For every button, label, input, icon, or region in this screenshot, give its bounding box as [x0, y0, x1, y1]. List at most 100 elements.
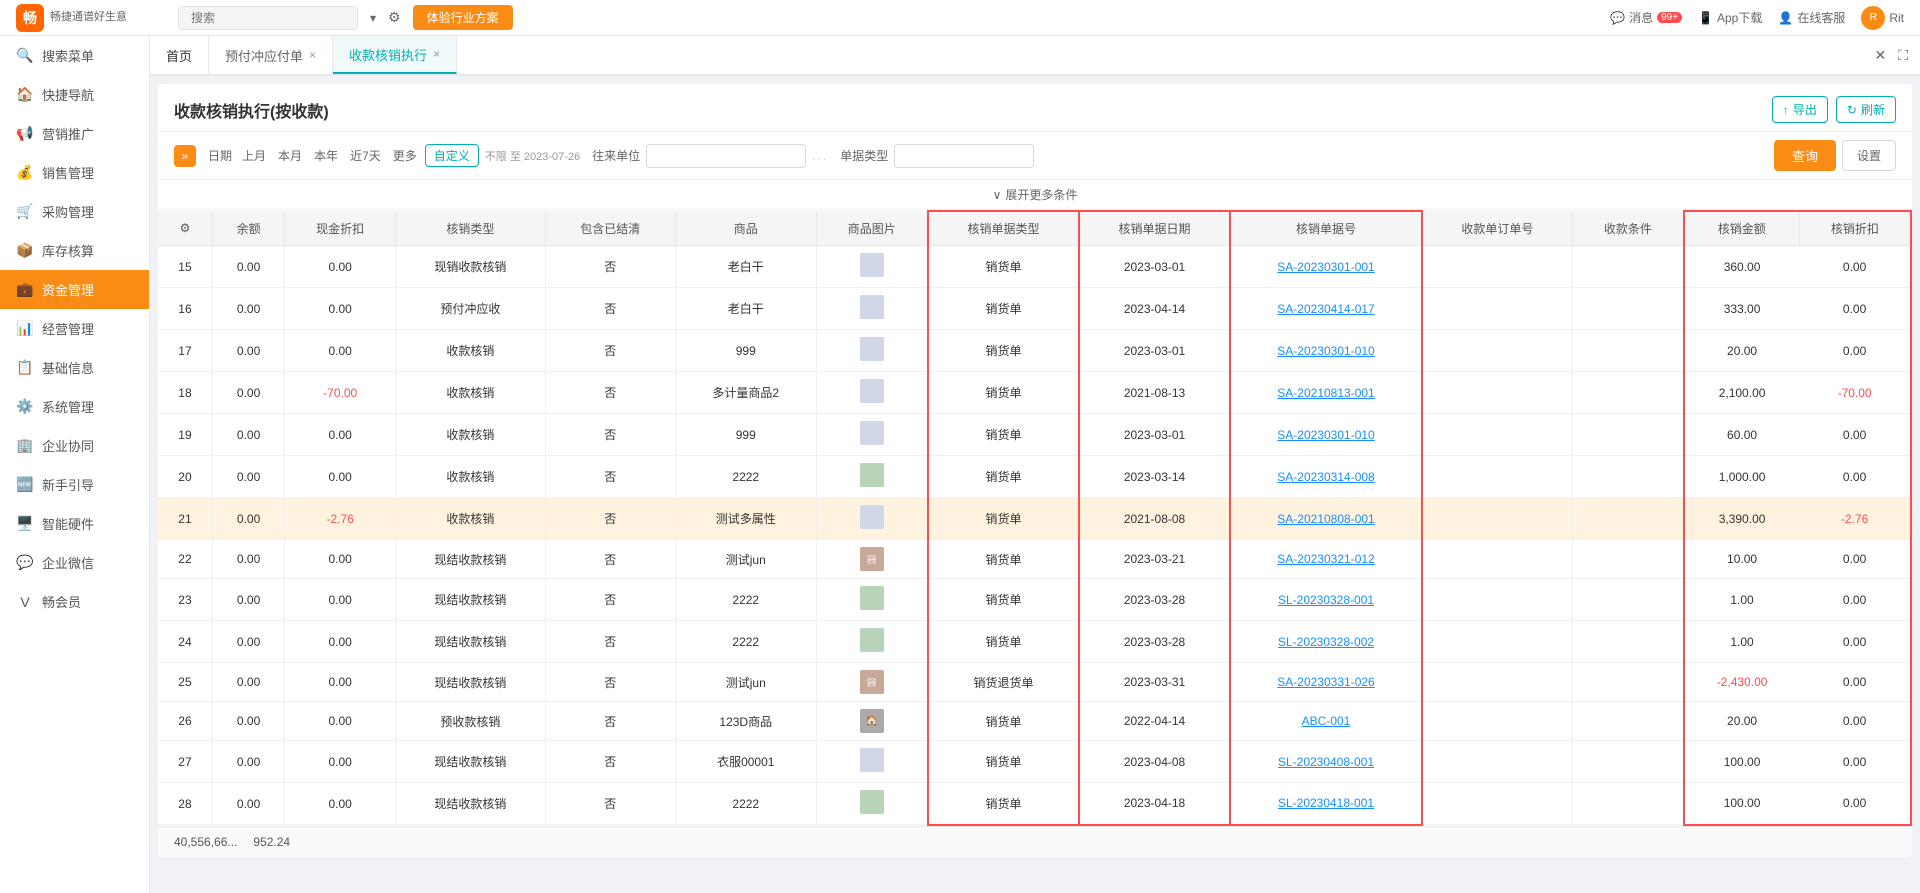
- cell-cash-discount: -2.76: [285, 498, 396, 540]
- cell-writeoff-type: 现销收款核销: [396, 246, 545, 288]
- refresh-button[interactable]: ↻ 刷新: [1836, 96, 1896, 123]
- cell-writeoff-type: 收款核销: [396, 330, 545, 372]
- cell-writeoff-number[interactable]: SA-20230301-001: [1230, 246, 1422, 288]
- more-date-button[interactable]: 更多: [389, 145, 421, 166]
- settings-gear-icon[interactable]: ⚙: [388, 9, 401, 26]
- cell-writeoff-type: 现结收款核销: [396, 663, 545, 702]
- sidebar-item-basic-info[interactable]: 📋 基础信息: [0, 348, 149, 387]
- cell-goods: 123D商品: [675, 702, 816, 741]
- smart-icon: 🖥️: [16, 515, 34, 532]
- sidebar-item-sales[interactable]: 💰 销售管理: [0, 153, 149, 192]
- cell-include-settled: 否: [545, 783, 675, 825]
- cell-no: 20: [158, 456, 212, 498]
- cell-writeoff-number[interactable]: SL-20230328-002: [1230, 621, 1422, 663]
- col-cash-discount: 现金折扣: [285, 211, 396, 246]
- sidebar-item-operations[interactable]: 📊 经营管理: [0, 309, 149, 348]
- cell-receipt-order-no: [1422, 579, 1572, 621]
- page-header-actions: ↑ 导出 ↻ 刷新: [1772, 96, 1896, 123]
- sidebar-label-operations: 经营管理: [42, 319, 94, 338]
- cell-writeoff-number[interactable]: SA-20210808-001: [1230, 498, 1422, 540]
- voucher-type-filter-group: 单据类型: [840, 144, 1034, 168]
- voucher-type-label: 单据类型: [840, 147, 888, 164]
- col-writeoff-voucher-type: 核销单据类型: [928, 211, 1079, 246]
- partner-input[interactable]: [646, 144, 806, 168]
- tab-home[interactable]: 首页: [150, 36, 209, 74]
- sidebar-item-search[interactable]: 🔍 搜索菜单: [0, 36, 149, 75]
- message-label: 消息: [1629, 9, 1653, 26]
- cell-writeoff-number[interactable]: SL-20230418-001: [1230, 783, 1422, 825]
- partner-filter-label: 往来单位: [592, 147, 640, 164]
- message-icon-item[interactable]: 💬 消息 99+: [1610, 9, 1682, 26]
- filter-settings-button[interactable]: 设置: [1842, 140, 1896, 171]
- cell-writeoff-number[interactable]: SA-20230331-026: [1230, 663, 1422, 702]
- cell-writeoff-number[interactable]: SA-20230321-012: [1230, 540, 1422, 579]
- sidebar-item-purchase[interactable]: 🛒 采购管理: [0, 192, 149, 231]
- sidebar-item-corp[interactable]: 🏢 企业协同: [0, 426, 149, 465]
- sidebar-label-wechat: 企业微信: [42, 553, 94, 572]
- cell-writeoff-number[interactable]: SA-20230301-010: [1230, 330, 1422, 372]
- tab-prepay[interactable]: 预付冲应付单 ×: [209, 36, 333, 74]
- expand-conditions-button[interactable]: ∨ 展开更多条件: [993, 186, 1078, 203]
- custom-date-button[interactable]: 自定义: [425, 144, 479, 167]
- cell-writeoff-number[interactable]: ABC-001: [1230, 702, 1422, 741]
- cell-receipt-condition: [1572, 663, 1684, 702]
- col-writeoff-type: 核销类型: [396, 211, 545, 246]
- cell-writeoff-number[interactable]: SA-20230301-010: [1230, 414, 1422, 456]
- industry-solution-button[interactable]: 体验行业方案: [413, 5, 513, 30]
- filter-expand-button[interactable]: »: [174, 145, 196, 167]
- this-month-button[interactable]: 本月: [274, 145, 306, 166]
- cell-goods-image: [816, 621, 928, 663]
- top-search-input[interactable]: [178, 6, 358, 30]
- online-service-item[interactable]: 👤 在线客服: [1778, 9, 1845, 26]
- sidebar-item-marketing[interactable]: 📢 营销推广: [0, 114, 149, 153]
- sidebar-label-smart: 智能硬件: [42, 514, 94, 533]
- sidebar-item-system[interactable]: ⚙️ 系统管理: [0, 387, 149, 426]
- app-download-item[interactable]: 📱 App下载: [1698, 9, 1762, 26]
- cell-writeoff-date: 2023-03-01: [1079, 414, 1230, 456]
- cell-writeoff-number[interactable]: SA-20210813-001: [1230, 372, 1422, 414]
- sidebar-label-system: 系统管理: [42, 397, 94, 416]
- tab-collection[interactable]: 收款核销执行 ×: [333, 36, 457, 74]
- cell-include-settled: 否: [545, 702, 675, 741]
- sidebar-item-wechat[interactable]: 💬 企业微信: [0, 543, 149, 582]
- cell-goods-image: [816, 579, 928, 621]
- sidebar-label-finance: 资金管理: [42, 280, 94, 299]
- cell-goods: 2222: [675, 579, 816, 621]
- cell-writeoff-number[interactable]: SL-20230328-001: [1230, 579, 1422, 621]
- sidebar-item-finance[interactable]: 💼 资金管理: [0, 270, 149, 309]
- export-button[interactable]: ↑ 导出: [1772, 96, 1828, 123]
- col-settings[interactable]: ⚙: [158, 211, 212, 246]
- sidebar-item-smart[interactable]: 🖥️ 智能硬件: [0, 504, 149, 543]
- sidebar-item-quick-nav[interactable]: 🏠 快捷导航: [0, 75, 149, 114]
- cell-goods: 衣服00001: [675, 741, 816, 783]
- tab-collection-close-icon[interactable]: ×: [433, 47, 440, 61]
- cell-writeoff-type: 收款核销: [396, 456, 545, 498]
- cell-writeoff-number[interactable]: SL-20230408-001: [1230, 741, 1422, 783]
- cell-include-settled: 否: [545, 741, 675, 783]
- tab-close-button[interactable]: ✕: [1870, 43, 1890, 68]
- cell-writeoff-number[interactable]: SA-20230314-008: [1230, 456, 1422, 498]
- cell-writeoff-date: 2023-03-14: [1079, 456, 1230, 498]
- cell-writeoff-type: 现结收款核销: [396, 621, 545, 663]
- online-service-label: 在线客服: [1797, 9, 1845, 26]
- logo-icon: 畅: [16, 4, 44, 32]
- dropdown-arrow-icon[interactable]: ▾: [370, 11, 376, 25]
- tab-prepay-close-icon[interactable]: ×: [309, 48, 316, 62]
- last-7-days-button[interactable]: 近7天: [346, 145, 385, 166]
- table-header-row: ⚙ 余额 现金折扣 核销类型 包含已结清 商品 商品图片 核销单据类型 核销单据…: [158, 211, 1911, 246]
- tab-fullscreen-button[interactable]: ⛶: [1894, 43, 1912, 68]
- cell-receipt-condition: [1572, 414, 1684, 456]
- last-month-button[interactable]: 上月: [238, 145, 270, 166]
- cell-writeoff-date: 2023-03-31: [1079, 663, 1230, 702]
- query-button[interactable]: 查询: [1774, 140, 1836, 171]
- voucher-type-select[interactable]: [894, 144, 1034, 168]
- this-year-button[interactable]: 本年: [310, 145, 342, 166]
- sidebar-item-member[interactable]: V 畅会员: [0, 582, 149, 621]
- sidebar-item-guide[interactable]: 🆕 新手引导: [0, 465, 149, 504]
- user-info[interactable]: R Rit: [1861, 6, 1904, 30]
- sidebar-item-inventory[interactable]: 📦 库存核算: [0, 231, 149, 270]
- settings-gear-icon: ⚙: [180, 221, 191, 235]
- cell-writeoff-voucher-type: 销货退货单: [928, 663, 1079, 702]
- cell-writeoff-number[interactable]: SA-20230414-017: [1230, 288, 1422, 330]
- cell-include-settled: 否: [545, 288, 675, 330]
